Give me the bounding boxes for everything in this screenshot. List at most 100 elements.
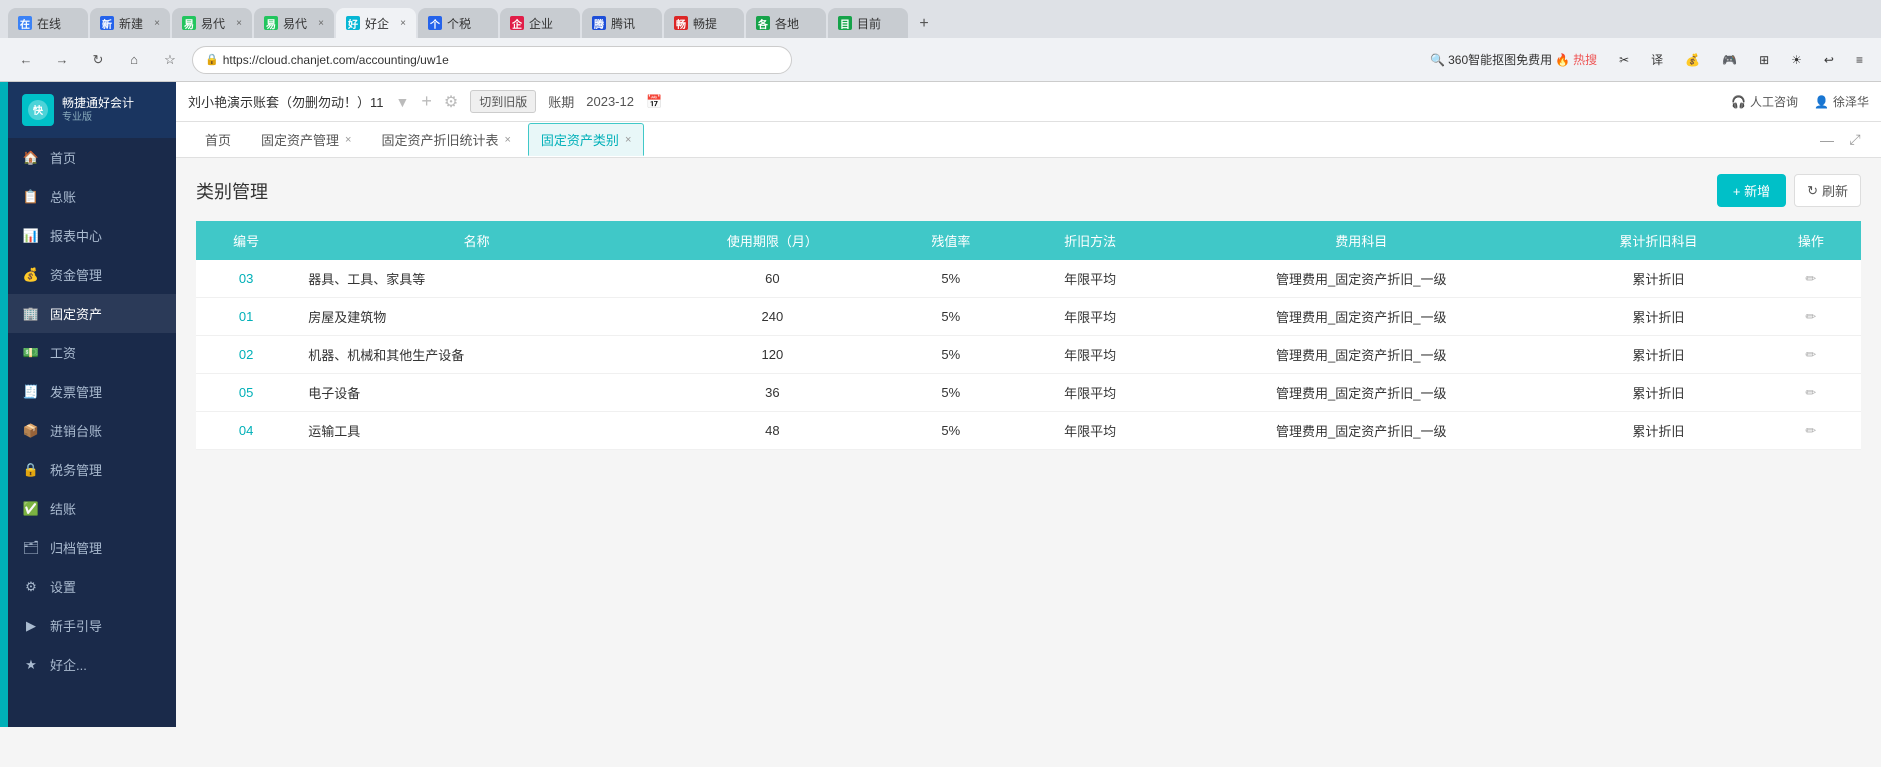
user-profile[interactable]: 👤 徐泽华: [1814, 93, 1869, 110]
minimize-window-button[interactable]: —: [1817, 130, 1837, 150]
page-tab-fixed-mgmt[interactable]: 固定资产管理 ×: [248, 123, 364, 156]
forward-button[interactable]: →: [48, 46, 76, 74]
page-tab-depreciation-label: 固定资产折旧统计表: [381, 130, 498, 149]
game-tool[interactable]: 🎮: [1716, 49, 1743, 71]
cell-action-1: ✏: [1761, 298, 1861, 336]
scissors-tool[interactable]: ✂: [1613, 49, 1635, 71]
headset-icon: 🎧: [1731, 95, 1746, 109]
undo-tool[interactable]: ↩: [1818, 49, 1840, 71]
support-button[interactable]: 🎧 人工咨询: [1731, 93, 1798, 110]
browser-tab-8[interactable]: 畅 畅提: [664, 8, 744, 38]
browser-tab-7[interactable]: 腾 腾讯: [582, 8, 662, 38]
close-tab-fixed-mgmt[interactable]: ×: [345, 134, 351, 146]
bookmark-button[interactable]: ☆: [156, 46, 184, 74]
edit-button-2[interactable]: ✏: [1805, 347, 1816, 362]
hot-search-icon: 🔥: [1555, 53, 1570, 67]
sun-tool[interactable]: ☀: [1785, 49, 1808, 71]
sidebar-item-ledger[interactable]: 📋 总账: [8, 177, 176, 216]
app-header: 刘小艳演示账套（勿删勿动！）11 ▼ + ⚙ 切到旧版 账期 2023-12 📅…: [176, 82, 1881, 122]
sidebar-item-payroll[interactable]: 💵 工资: [8, 333, 176, 372]
cell-code-2[interactable]: 02: [196, 336, 296, 374]
favicon-7: 腾: [592, 16, 606, 30]
grid-tool[interactable]: ⊞: [1753, 49, 1775, 71]
sidebar-item-extra[interactable]: ★ 好企...: [8, 645, 176, 684]
ledger-icon: 📋: [22, 188, 40, 206]
browser-tab-9[interactable]: 各 各地: [746, 8, 826, 38]
browser-tab-5[interactable]: 个 个税: [418, 8, 498, 38]
home-button[interactable]: ⌂: [120, 46, 148, 74]
sidebar-item-archive[interactable]: 🗂 归档管理: [8, 528, 176, 567]
reload-button[interactable]: ↻: [84, 46, 112, 74]
cell-method-1: 年限平均: [1014, 298, 1166, 336]
coin-tool[interactable]: 💰: [1679, 49, 1706, 71]
sidebar-label-invoice: 发票管理: [50, 382, 102, 401]
close-tab-depreciation[interactable]: ×: [504, 134, 510, 146]
left-accent-bar: [0, 82, 8, 727]
browser-toolbar-right: 🔍 360智能抠图免费用 🔥 热搜 ✂ 译 💰 🎮 ⊞ ☀ ↩ ≡: [1424, 47, 1869, 72]
cell-accumulated-3: 累计折旧: [1556, 374, 1761, 412]
settings-gear-icon[interactable]: ⚙: [444, 92, 458, 112]
sidebar-item-invoice[interactable]: 🧾 发票管理: [8, 372, 176, 411]
edit-button-3[interactable]: ✏: [1805, 385, 1816, 400]
back-button[interactable]: ←: [12, 46, 40, 74]
browser-tab-10[interactable]: 目 目前: [828, 8, 908, 38]
favicon-10: 目: [838, 16, 852, 30]
edit-button-0[interactable]: ✏: [1805, 271, 1816, 286]
browser-tab-2[interactable]: 易 易代 ×: [172, 8, 252, 38]
new-tab-button[interactable]: +: [910, 10, 938, 38]
close-tab-3[interactable]: ×: [318, 18, 324, 29]
calendar-icon[interactable]: 📅: [646, 94, 662, 110]
sidebar-item-tax[interactable]: 🔒 税务管理: [8, 450, 176, 489]
page-tab-category[interactable]: 固定资产类别 ×: [528, 123, 644, 156]
menu-tool[interactable]: ≡: [1850, 49, 1869, 71]
window-controls: — ⤢: [1817, 130, 1865, 150]
sidebar-item-funds[interactable]: 💰 资金管理: [8, 255, 176, 294]
refresh-button[interactable]: ↻ 刷新: [1794, 174, 1861, 207]
sidebar-item-fixed-assets[interactable]: 🏢 固定资产: [8, 294, 176, 333]
search-tool[interactable]: 🔍 360智能抠图免费用 🔥 热搜: [1424, 47, 1603, 72]
cell-code-4[interactable]: 04: [196, 412, 296, 450]
browser-tab-1[interactable]: 新 新建 ×: [90, 8, 170, 38]
page-tab-depreciation[interactable]: 固定资产折旧统计表 ×: [368, 123, 523, 156]
cell-name-0: 器具、工具、家具等: [296, 260, 657, 298]
sidebar-item-purchase[interactable]: 📦 进销台账: [8, 411, 176, 450]
purchase-icon: 📦: [22, 422, 40, 440]
add-button[interactable]: + 新增: [1717, 174, 1786, 207]
sidebar-item-home[interactable]: 🏠 首页: [8, 138, 176, 177]
browser-tab-3[interactable]: 易 易代 ×: [254, 8, 334, 38]
sidebar-item-reports[interactable]: 📊 报表中心: [8, 216, 176, 255]
maximize-window-button[interactable]: ⤢: [1845, 130, 1865, 150]
table-body: 03 器具、工具、家具等 60 5% 年限平均 管理费用_固定资产折旧_一级 累…: [196, 260, 1861, 450]
switch-version-button[interactable]: 切到旧版: [470, 90, 536, 113]
dropdown-arrow[interactable]: ▼: [396, 94, 410, 110]
cell-action-2: ✏: [1761, 336, 1861, 374]
sidebar-item-settings[interactable]: ⚙ 设置: [8, 567, 176, 606]
close-tab-2[interactable]: ×: [236, 18, 242, 29]
logo-icon: 快: [22, 94, 54, 126]
close-tab-category[interactable]: ×: [625, 134, 631, 146]
close-tab-4[interactable]: ×: [400, 18, 406, 29]
page-tab-home[interactable]: 首页: [192, 123, 244, 156]
edit-button-1[interactable]: ✏: [1805, 309, 1816, 324]
sidebar-label-close: 结账: [50, 499, 76, 518]
address-input[interactable]: 🔒 https://cloud.chanjet.com/accounting/u…: [192, 46, 792, 74]
edit-button-4[interactable]: ✏: [1805, 423, 1816, 438]
cell-code-3[interactable]: 05: [196, 374, 296, 412]
cell-name-1: 房屋及建筑物: [296, 298, 657, 336]
browser-tab-4[interactable]: 好 好企 ×: [336, 8, 416, 38]
add-account-icon[interactable]: +: [421, 91, 432, 112]
browser-tab-0[interactable]: 在 在线: [8, 8, 88, 38]
sidebar-item-close[interactable]: ✅ 结账: [8, 489, 176, 528]
table-row: 02 机器、机械和其他生产设备 120 5% 年限平均 管理费用_固定资产折旧_…: [196, 336, 1861, 374]
cell-method-4: 年限平均: [1014, 412, 1166, 450]
tab-label-5: 个税: [447, 15, 488, 32]
close-tab-1[interactable]: ×: [154, 18, 160, 29]
cell-code-1[interactable]: 01: [196, 298, 296, 336]
sidebar-label-payroll: 工资: [50, 343, 76, 362]
cell-code-0[interactable]: 03: [196, 260, 296, 298]
home-icon: 🏠: [22, 149, 40, 167]
cell-accumulated-1: 累计折旧: [1556, 298, 1761, 336]
browser-tab-6[interactable]: 企 企业: [500, 8, 580, 38]
sidebar-item-guide[interactable]: ▶ 新手引导: [8, 606, 176, 645]
translate-tool[interactable]: 译: [1645, 47, 1669, 72]
